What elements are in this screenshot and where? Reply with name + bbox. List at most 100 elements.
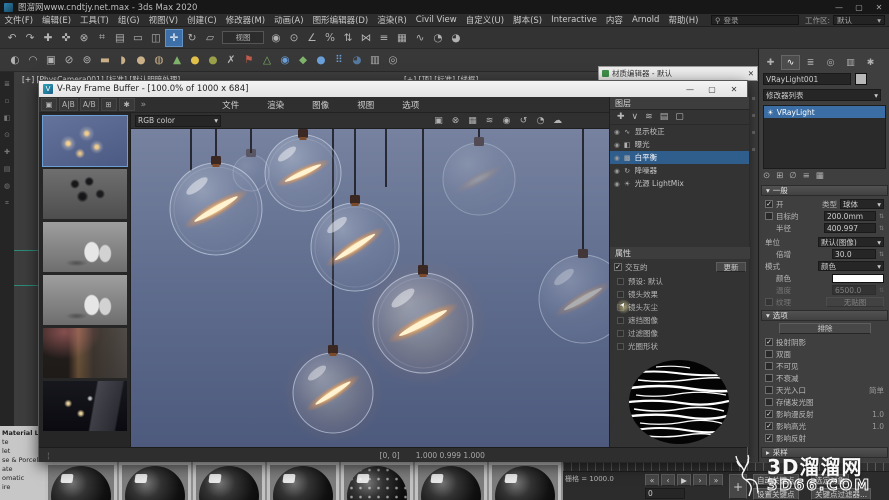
- toolbar-icon[interactable]: ●: [132, 51, 150, 69]
- vfb-tool-icon[interactable]: ◔: [533, 114, 548, 128]
- material-sample-slot[interactable]: [119, 462, 191, 500]
- vfb-tool-icon[interactable]: ▦: [465, 114, 480, 128]
- menu-item[interactable]: 帮助(H): [664, 14, 703, 26]
- toolbar-icon[interactable]: ◕: [447, 29, 465, 47]
- visibility-eye-icon[interactable]: [614, 166, 620, 175]
- toolbar-icon[interactable]: △: [258, 51, 276, 69]
- toolbar-icon[interactable]: ◠: [24, 51, 42, 69]
- toolbar-icon[interactable]: ⋈: [357, 29, 375, 47]
- command-panel-tab[interactable]: ✚: [761, 55, 780, 70]
- toolbar-icon[interactable]: ⇅: [339, 29, 357, 47]
- property-row[interactable]: 光圈形状: [610, 340, 750, 353]
- toolbar-icon[interactable]: ⠿: [330, 51, 348, 69]
- toolbar-icon[interactable]: ✛: [165, 28, 183, 47]
- toolbar-icon[interactable]: ↻: [183, 29, 201, 47]
- vfb-tool-icon[interactable]: ☁: [550, 114, 565, 128]
- menu-item[interactable]: 内容: [601, 14, 627, 26]
- toolbar-icon[interactable]: ≡: [375, 29, 393, 47]
- property-row[interactable]: 遮挡图像: [610, 314, 750, 327]
- command-panel-tab[interactable]: ◎: [821, 55, 840, 70]
- material-sample-slot[interactable]: [341, 462, 413, 500]
- property-checkbox[interactable]: [617, 330, 624, 337]
- menu-item[interactable]: Arnold: [627, 15, 664, 25]
- stack-tool-icon[interactable]: ⊞: [776, 171, 783, 181]
- object-name-field[interactable]: VRayLight001: [763, 73, 851, 85]
- stack-item-vraylight[interactable]: ☀ VRayLight: [764, 106, 885, 118]
- property-checkbox[interactable]: [617, 343, 624, 350]
- toolbar-icon[interactable]: ▦: [393, 29, 411, 47]
- toolbar-icon[interactable]: ◫: [147, 29, 165, 47]
- on-checkbox[interactable]: [765, 200, 773, 208]
- toolbar-icon[interactable]: ⚑: [240, 51, 258, 69]
- vfb-tool-icon[interactable]: ⊗: [448, 114, 463, 128]
- side-toolbar-icon[interactable]: ⌗: [5, 199, 9, 208]
- property-row[interactable]: 镜头灰尘: [610, 301, 750, 314]
- toolbar-icon[interactable]: ◎: [384, 51, 402, 69]
- playback-button[interactable]: ›: [693, 474, 707, 486]
- playback-button[interactable]: «: [645, 474, 659, 486]
- type-dropdown[interactable]: 球体 ▾: [840, 199, 884, 209]
- command-panel-tab[interactable]: ∿: [781, 55, 800, 70]
- rollout-general[interactable]: ▾ 一般: [761, 185, 888, 196]
- property-row[interactable]: 镜头效果: [610, 288, 750, 301]
- interactive-checkbox[interactable]: [614, 263, 622, 271]
- history-tool-icon[interactable]: A/B: [79, 98, 99, 111]
- toolbar-icon[interactable]: ⊗: [75, 29, 93, 47]
- layers-tool-icon[interactable]: ≋: [645, 112, 653, 122]
- layers-tool-icon[interactable]: ▤: [660, 112, 669, 122]
- render-history-thumbnail[interactable]: [42, 275, 127, 325]
- material-sample-slot[interactable]: [267, 462, 339, 500]
- toolbar-icon[interactable]: ◉: [276, 51, 294, 69]
- option-checkbox[interactable]: [765, 434, 773, 442]
- toolbar-icon[interactable]: ∿: [411, 29, 429, 47]
- layer-row[interactable]: ∿ 显示校正: [610, 125, 749, 138]
- property-checkbox[interactable]: [617, 317, 624, 324]
- layer-row[interactable]: ↻ 降噪器: [610, 164, 749, 177]
- option-checkbox[interactable]: [765, 386, 773, 394]
- vfb-menu-item[interactable]: 渲染: [253, 99, 298, 111]
- side-toolbar-icon[interactable]: ✚: [4, 148, 10, 156]
- menu-item[interactable]: 渲染(R): [373, 14, 412, 26]
- vfb-close-button[interactable]: ✕: [725, 82, 743, 96]
- option-checkbox[interactable]: [765, 410, 773, 418]
- menu-item[interactable]: 文件(F): [0, 14, 38, 26]
- side-toolbar-icon[interactable]: ◧: [4, 114, 11, 122]
- material-sample-slot[interactable]: [193, 462, 265, 500]
- stack-tool-icon[interactable]: ▦: [816, 171, 824, 181]
- object-color-swatch[interactable]: [855, 73, 867, 85]
- menu-item[interactable]: 视图(V): [144, 14, 182, 26]
- playback-button[interactable]: ▶: [677, 474, 691, 486]
- material-sample-slot[interactable]: [489, 462, 561, 500]
- menu-item[interactable]: 脚本(S): [509, 14, 547, 26]
- menu-item[interactable]: 创建(C): [183, 14, 222, 26]
- menu-item[interactable]: 动画(A): [270, 14, 308, 26]
- playback-button[interactable]: ‹: [661, 474, 675, 486]
- option-checkbox[interactable]: [765, 338, 773, 346]
- toolbar-icon[interactable]: ◆: [294, 51, 312, 69]
- menu-item[interactable]: 修改器(M): [221, 14, 269, 26]
- toolbar-icon[interactable]: ◉: [267, 29, 285, 47]
- vfb-minimize-button[interactable]: —: [681, 82, 699, 96]
- layer-row[interactable]: ☀ 光源 LightMix: [610, 177, 749, 190]
- layers-tool-icon[interactable]: ▢: [675, 112, 684, 122]
- command-panel-tab[interactable]: ▥: [841, 55, 860, 70]
- menu-item[interactable]: Civil View: [411, 15, 461, 25]
- vfb-titlebar[interactable]: V V-Ray Frame Buffer - [100.0% of 1000 x…: [39, 81, 747, 97]
- toolbar-icon[interactable]: 视图: [222, 31, 264, 44]
- multiplier-value[interactable]: 30.0: [831, 249, 876, 259]
- side-toolbar-icon[interactable]: ▤: [4, 165, 11, 173]
- toolbar-icon[interactable]: ●: [204, 51, 222, 69]
- toolbar-icon[interactable]: ●: [186, 51, 204, 69]
- toolbar-icon[interactable]: ✗: [222, 51, 240, 69]
- command-panel-tab[interactable]: ≣: [801, 55, 820, 70]
- units-dropdown[interactable]: 默认(图像) ▾: [818, 237, 884, 247]
- history-tool-icon[interactable]: ⊞: [100, 98, 117, 111]
- menu-item[interactable]: 自定义(U): [461, 14, 508, 26]
- material-library-item[interactable]: ire: [2, 483, 45, 492]
- vfb-tool-icon[interactable]: ≋: [482, 114, 497, 128]
- toolbar-icon[interactable]: ◗: [114, 51, 132, 69]
- toolbar-icon[interactable]: ⊚: [78, 51, 96, 69]
- option-checkbox[interactable]: [765, 398, 773, 406]
- channel-dropdown[interactable]: RGB color ▾: [135, 114, 221, 127]
- toolbar-icon[interactable]: ↷: [21, 29, 39, 47]
